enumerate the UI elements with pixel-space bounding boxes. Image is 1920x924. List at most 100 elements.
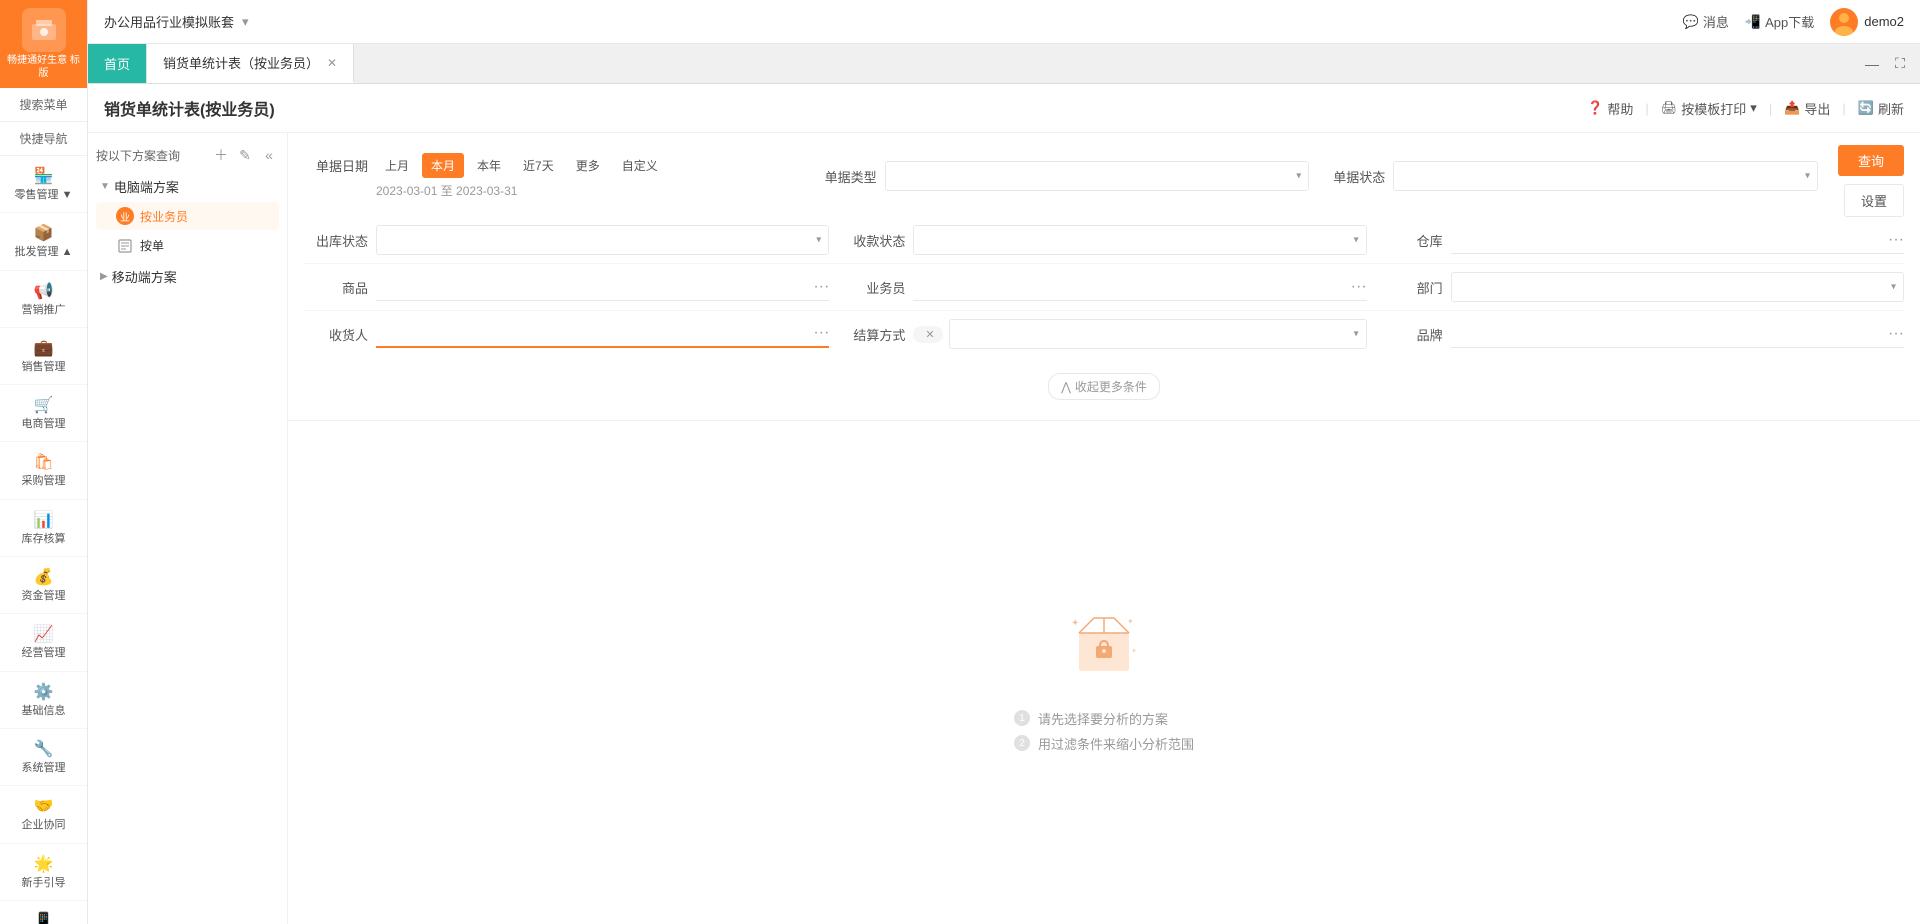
header-dropdown-icon[interactable]: ▾ — [242, 14, 249, 30]
print-label: 按模板打印 — [1681, 99, 1746, 118]
scheme-group-mobile: ▶ 移动端方案 — [96, 263, 279, 290]
sidebar-item-enterprise[interactable]: 🤝 企业协同 — [0, 786, 87, 843]
empty-icon: ✦ ✦ ✦ — [1054, 593, 1154, 693]
doc-status-select[interactable] — [1393, 161, 1818, 191]
app-logo[interactable]: 畅捷通好生意 标版 — [0, 0, 87, 88]
salesperson-more-icon[interactable]: ··· — [1351, 278, 1367, 296]
date-btn-last-month[interactable]: 上月 — [376, 153, 418, 178]
scheme-group-mobile-header[interactable]: ▶ 移动端方案 — [96, 263, 279, 290]
add-scheme-icon[interactable]: ＋ — [211, 145, 231, 165]
receiver-input[interactable] — [376, 326, 809, 341]
sidebar-item-guide[interactable]: 🌟 新手引导 — [0, 844, 87, 901]
page-title: 销货单统计表(按业务员) — [104, 96, 275, 120]
date-btn-7days[interactable]: 近7天 — [514, 153, 563, 178]
department-select[interactable] — [1451, 272, 1904, 302]
avatar — [1830, 8, 1858, 36]
sidebar-item-marketing[interactable]: 📢 营销推广 — [0, 271, 87, 328]
receipt-status-select[interactable] — [913, 225, 1366, 255]
sidebar-item-apps[interactable]: 📱 应用中心 — [0, 901, 87, 924]
tab-maximize-button[interactable]: ⛶ — [1888, 52, 1912, 76]
sidebar-item-ecommerce[interactable]: 🛒 电商管理 — [0, 385, 87, 442]
apps-icon: 📱 — [34, 911, 54, 924]
scheme-item-order-label: 按单 — [140, 237, 164, 254]
tab-actions: — ⛶ — [1852, 44, 1920, 83]
settlement-select[interactable] — [949, 319, 1367, 349]
sidebar-item-purchase[interactable]: 🛍 采购管理 — [0, 442, 87, 499]
refresh-button[interactable]: 🔄 刷新 — [1858, 99, 1904, 118]
sidebar-item-retail[interactable]: 🏪 零售管理 ▼ — [0, 156, 87, 213]
settlement-tag-close-icon[interactable]: ✕ — [925, 328, 934, 341]
warehouse-label: 仓库 — [1379, 231, 1443, 250]
edit-scheme-icon[interactable]: ✎ — [235, 145, 255, 165]
date-range-text: 2023-03-01 至 2023-03-31 — [376, 184, 517, 198]
scheme-item-salesperson[interactable]: 业 按业务员 — [96, 202, 279, 230]
tab-minimize-button[interactable]: — — [1860, 52, 1884, 76]
content-body: 按以下方案查询 ＋ ✎ « ▼ 电脑端方案 业 — [88, 133, 1920, 924]
tab-sales-stat[interactable]: 销货单统计表（按业务员） ✕ — [147, 44, 354, 83]
sidebar-item-basic[interactable]: ⚙️ 基础信息 — [0, 672, 87, 729]
user-name: demo2 — [1864, 14, 1904, 29]
content-area: 销货单统计表(按业务员) ❓ 帮助 | 🖨 按模板打印 ▾ | 📤 — [88, 84, 1920, 924]
scheme-item-order[interactable]: 按单 — [96, 232, 279, 259]
filter-goods-row: 商品 ··· — [304, 272, 829, 302]
help-button[interactable]: ❓ 帮助 — [1587, 99, 1633, 118]
tab-home[interactable]: 首页 — [88, 44, 147, 83]
date-btn-more[interactable]: 更多 — [567, 153, 609, 178]
header-right: 💬 消息 📲 App下载 demo2 — [1683, 8, 1904, 36]
tab-close-icon[interactable]: ✕ — [327, 56, 337, 70]
date-btn-this-month[interactable]: 本月 — [422, 153, 464, 178]
user-info[interactable]: demo2 — [1830, 8, 1904, 36]
sidebar-item-label: 新手引导 — [22, 876, 66, 890]
scheme-group-pc-header[interactable]: ▼ 电脑端方案 — [96, 173, 279, 200]
export-button[interactable]: 📤 导出 — [1784, 99, 1830, 118]
collapse-scheme-icon[interactable]: « — [259, 145, 279, 165]
collapse-button[interactable]: ⋀ 收起更多条件 — [1048, 373, 1160, 400]
search-label: 搜索菜单 — [19, 98, 67, 112]
expand-arrow-mobile-icon: ▶ — [100, 271, 108, 282]
receiver-more-icon[interactable]: ··· — [813, 324, 829, 342]
sidebar-item-sales[interactable]: 💼 销售管理 — [0, 328, 87, 385]
sidebar-item-finance[interactable]: 💰 资金管理 — [0, 557, 87, 614]
doc-type-select[interactable] — [885, 161, 1310, 191]
out-status-label: 出库状态 — [304, 231, 368, 250]
department-select-wrapper: ▾ — [1451, 272, 1904, 302]
settings-button[interactable]: 设置 — [1844, 184, 1904, 217]
main-content: 办公用品行业模拟账套 ▾ 💬 消息 📲 App下载 demo2 — [88, 0, 1920, 924]
sidebar-quick[interactable]: 快捷导航 — [0, 122, 87, 156]
filter-receiver-row: 收货人 ··· — [304, 319, 829, 349]
msg-label: 消息 — [1703, 12, 1729, 31]
sidebar-item-system[interactable]: 🔧 系统管理 — [0, 729, 87, 786]
out-status-select[interactable] — [376, 225, 829, 255]
page-header: 销货单统计表(按业务员) ❓ 帮助 | 🖨 按模板打印 ▾ | 📤 — [88, 84, 1920, 133]
warehouse-more-icon[interactable]: ··· — [1888, 231, 1904, 249]
sidebar-item-wholesale[interactable]: 📦 批发管理 ▲ — [0, 213, 87, 270]
divider2: | — [1769, 101, 1772, 116]
sidebar-search[interactable]: 搜索菜单 — [0, 88, 87, 122]
sidebar-item-inventory[interactable]: 📊 库存核算 — [0, 500, 87, 557]
empty-text: 1 请先选择要分析的方案 2 用过滤条件来缩小分析范围 — [1014, 709, 1194, 753]
enterprise-icon: 🤝 — [34, 796, 54, 816]
filter-doc-status-cell: 单据状态 ▾ — [1321, 145, 1818, 207]
date-btn-custom[interactable]: 自定义 — [613, 153, 667, 178]
sidebar-item-operation[interactable]: 📈 经营管理 — [0, 614, 87, 671]
receipt-status-select-wrapper: ▾ — [913, 225, 1366, 255]
app-download-button[interactable]: 📲 App下载 — [1745, 12, 1814, 31]
brand-more-icon[interactable]: ··· — [1888, 325, 1904, 343]
empty-state: ✦ ✦ ✦ 1 请先选择要分析的方案 2 — [288, 421, 1920, 924]
date-btn-this-year[interactable]: 本年 — [468, 153, 510, 178]
msg-button[interactable]: 💬 消息 — [1683, 12, 1729, 31]
filter-doc-type-cell: 单据类型 ▾ — [813, 145, 1310, 207]
query-button[interactable]: 查询 — [1838, 145, 1904, 176]
sidebar-item-label: 电商管理 — [22, 417, 66, 431]
print-button[interactable]: 🖨 按模板打印 ▾ — [1661, 99, 1757, 118]
scheme-panel: 按以下方案查询 ＋ ✎ « ▼ 电脑端方案 业 — [88, 133, 288, 924]
marketing-icon: 📢 — [34, 281, 54, 301]
goods-more-icon[interactable]: ··· — [813, 278, 829, 296]
sidebar-item-label: 系统管理 — [22, 761, 66, 775]
print-icon: 🖨 — [1661, 100, 1678, 116]
tab-sales-stat-label: 销货单统计表（按业务员） — [163, 53, 319, 72]
ecommerce-icon: 🛒 — [34, 395, 54, 415]
filter-out-status-row: 出库状态 ▾ — [304, 225, 829, 255]
date-options: 上月 本月 本年 近7天 更多 自定义 — [376, 153, 667, 178]
collapse-arrow-icon: ⋀ — [1061, 380, 1071, 394]
